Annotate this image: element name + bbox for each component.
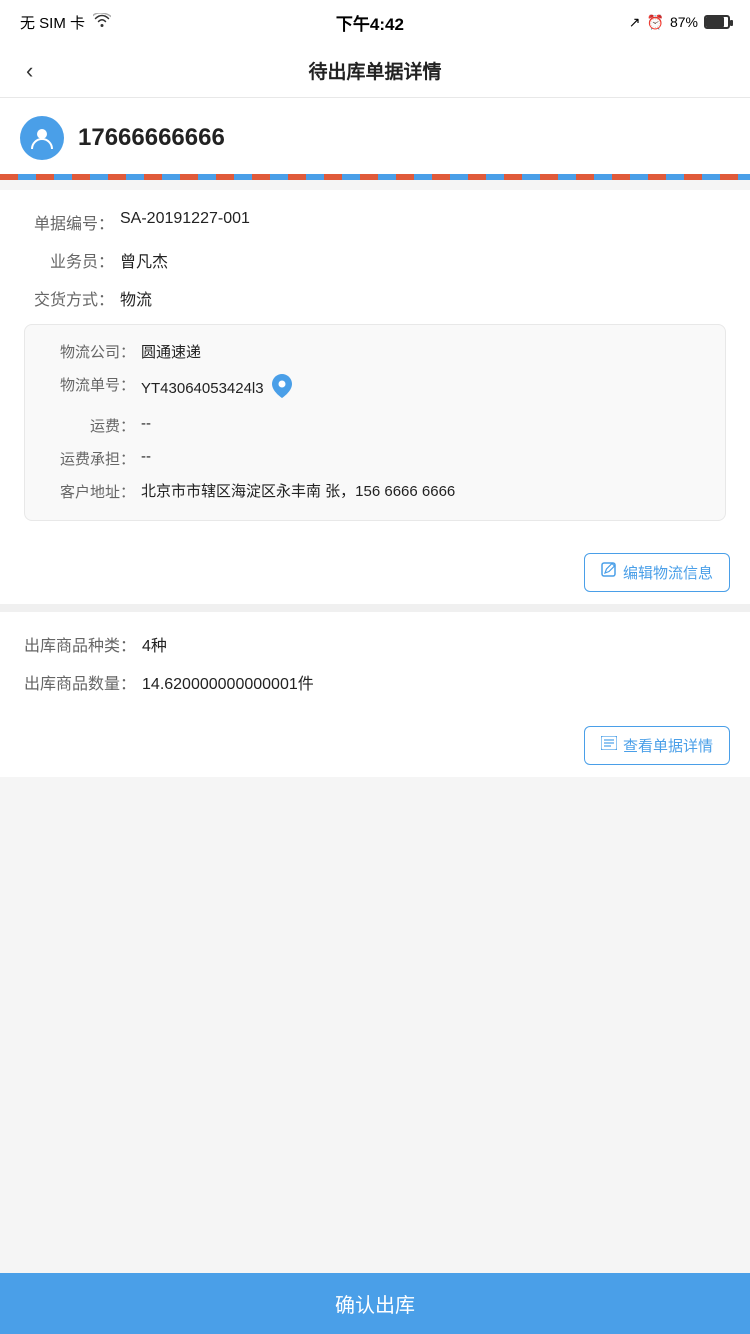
customer-phone: 17666666666 — [78, 124, 225, 152]
customer-address-label: 客户地址： — [45, 481, 135, 502]
detail-btn-row: 查看单据详情 — [0, 714, 750, 777]
sales-person-label: 业务员： — [24, 248, 114, 272]
freight-label: 运费： — [45, 415, 135, 436]
logistics-tracking-label: 物流单号： — [45, 374, 135, 395]
goods-quantity-label: 出库商品数量： — [24, 670, 136, 694]
status-right: ↗ ⏰ 87% — [629, 14, 730, 31]
back-button[interactable]: ‹ — [16, 48, 43, 94]
logistics-tracking-value: YT43064053424l3 — [141, 374, 705, 403]
view-detail-label: 查看单据详情 — [623, 735, 713, 756]
edit-logistics-button[interactable]: 编辑物流信息 — [584, 553, 730, 592]
sales-person-value: 曾凡杰 — [120, 248, 726, 272]
customer-address-value: 北京市市辖区海淀区永丰南 张，156 6666 6666 — [141, 481, 705, 504]
delivery-method-label: 交货方式： — [24, 286, 114, 310]
goods-types-row: 出库商品种类： 4种 — [24, 632, 726, 656]
avatar — [20, 116, 64, 160]
freight-bearer-row: 运费承担： -- — [45, 448, 705, 469]
confirm-btn-label: 确认出库 — [335, 1295, 415, 1317]
order-no-label: 单据编号： — [24, 210, 114, 234]
logistics-company-label: 物流公司： — [45, 341, 135, 362]
status-left: 无 SIM 卡 — [20, 12, 111, 33]
goods-quantity-value: 14.620000000000001件 — [142, 670, 726, 694]
logistics-company-value: 圆通速递 — [141, 341, 705, 362]
goods-quantity-row: 出库商品数量： 14.620000000000001件 — [24, 670, 726, 694]
dashed-separator — [0, 174, 750, 180]
status-time: 下午4:42 — [336, 10, 404, 35]
customer-header: 17666666666 — [0, 98, 750, 174]
bottom-spacer — [0, 777, 750, 977]
location-status-icon: ↗ — [629, 14, 641, 31]
order-info-section: 单据编号： SA-20191227-001 业务员： 曾凡杰 交货方式： 物流 … — [0, 190, 750, 541]
battery-icon — [704, 15, 730, 29]
freight-bearer-label: 运费承担： — [45, 448, 135, 469]
edit-icon — [601, 562, 617, 582]
order-no-row: 单据编号： SA-20191227-001 — [24, 210, 726, 234]
view-detail-button[interactable]: 查看单据详情 — [584, 726, 730, 765]
freight-bearer-value: -- — [141, 448, 705, 465]
list-icon — [601, 736, 617, 754]
logistics-card: 物流公司： 圆通速递 物流单号： YT43064053424l3 运费： -- … — [24, 324, 726, 521]
goods-types-label: 出库商品种类： — [24, 632, 136, 656]
customer-address-row: 客户地址： 北京市市辖区海淀区永丰南 张，156 6666 6666 — [45, 481, 705, 504]
logistics-tracking-row: 物流单号： YT43064053424l3 — [45, 374, 705, 403]
page-title: 待出库单据详情 — [308, 57, 441, 84]
nav-bar: ‹ 待出库单据详情 — [0, 44, 750, 98]
section-divider-1 — [0, 604, 750, 612]
goods-types-value: 4种 — [142, 632, 726, 656]
logistics-company-row: 物流公司： 圆通速递 — [45, 341, 705, 362]
edit-logistics-label: 编辑物流信息 — [623, 562, 713, 583]
order-no-value: SA-20191227-001 — [120, 210, 726, 228]
edit-btn-row: 编辑物流信息 — [0, 541, 750, 604]
map-pin-icon[interactable] — [272, 374, 292, 403]
status-bar: 无 SIM 卡 下午4:42 ↗ ⏰ 87% — [0, 0, 750, 44]
confirm-button[interactable]: 确认出库 — [0, 1273, 750, 1334]
sales-person-row: 业务员： 曾凡杰 — [24, 248, 726, 272]
delivery-method-row: 交货方式： 物流 — [24, 286, 726, 310]
wifi-icon — [93, 13, 111, 31]
goods-section: 出库商品种类： 4种 出库商品数量： 14.620000000000001件 — [0, 612, 750, 714]
battery-text: 87% — [670, 14, 698, 30]
freight-row: 运费： -- — [45, 415, 705, 436]
freight-value: -- — [141, 415, 705, 432]
alarm-icon: ⏰ — [647, 14, 664, 31]
delivery-method-value: 物流 — [120, 286, 726, 310]
carrier-text: 无 SIM 卡 — [20, 12, 85, 33]
